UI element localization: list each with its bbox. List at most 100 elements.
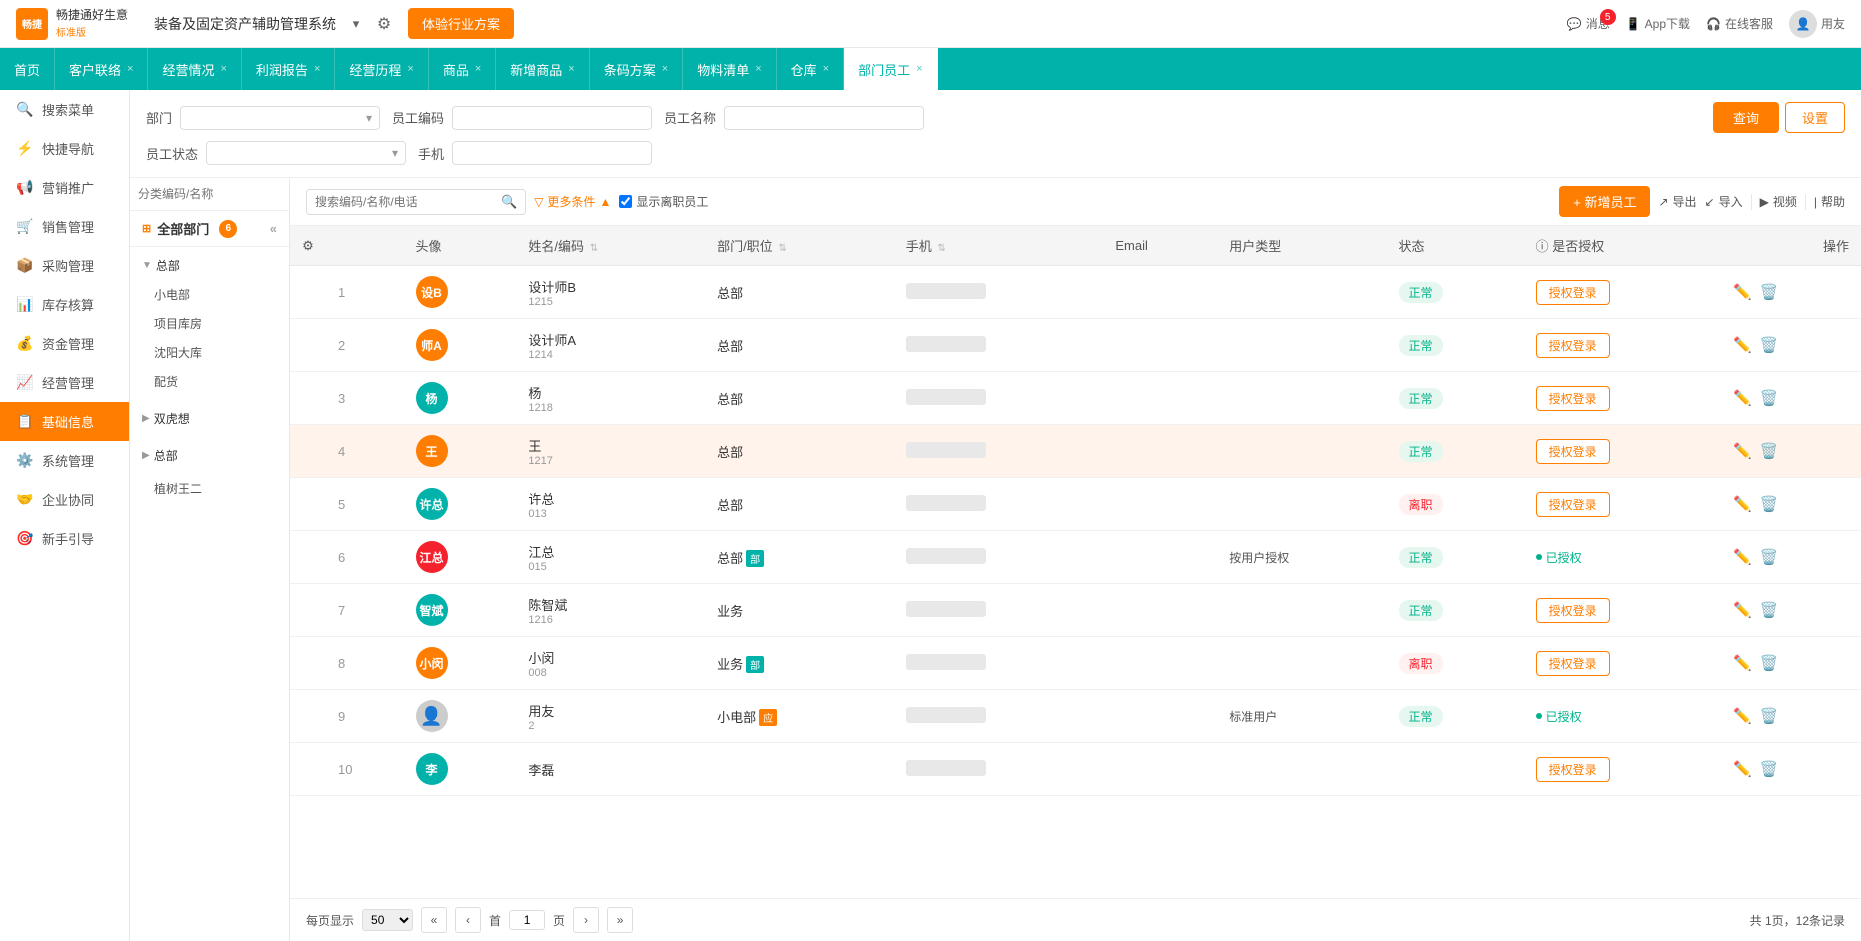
close-icon[interactable]: × (475, 63, 481, 75)
edit-icon[interactable]: ✏️ (1733, 495, 1752, 513)
tab-bom[interactable]: 物料清单 × (683, 48, 776, 90)
app-download-item[interactable]: 📱 App下载 (1626, 15, 1690, 32)
help-button[interactable]: | 帮助 (1814, 193, 1845, 210)
collapse-panel-btn[interactable]: « (270, 221, 277, 236)
dept-select[interactable] (180, 106, 380, 130)
dept-item-zhishu[interactable]: 植树王二 (130, 474, 289, 503)
emp-name-input[interactable] (724, 106, 924, 130)
auth-login-button[interactable]: 授权登录 (1536, 386, 1610, 411)
sort-icon[interactable]: ⇅ (590, 243, 598, 254)
edit-icon[interactable]: ✏️ (1733, 336, 1752, 354)
auth-login-button[interactable]: 授权登录 (1536, 598, 1610, 623)
close-icon[interactable]: × (568, 63, 574, 75)
tab-employees[interactable]: 部门员工 × (844, 48, 937, 90)
delete-icon[interactable]: 🗑️ (1760, 601, 1779, 619)
sidebar-item-operations[interactable]: 📈 经营管理 (0, 363, 129, 402)
sidebar-item-search[interactable]: 🔍 搜索菜单 (0, 90, 129, 129)
phone-input[interactable] (452, 141, 652, 165)
edit-icon[interactable]: ✏️ (1733, 654, 1752, 672)
sidebar-item-marketing[interactable]: 📢 营销推广 (0, 168, 129, 207)
prev-page-btn[interactable]: ‹ (455, 907, 481, 933)
tab-barcode[interactable]: 条码方案 × (590, 48, 683, 90)
edit-icon[interactable]: ✏️ (1733, 601, 1752, 619)
sidebar-item-finance[interactable]: 💰 资金管理 (0, 324, 129, 363)
export-button[interactable]: ↗ 导出 (1658, 193, 1696, 210)
delete-icon[interactable]: 🗑️ (1760, 707, 1779, 725)
tab-customer[interactable]: 客户联络 × (55, 48, 148, 90)
dept-group-title[interactable]: ▼ 总部 (130, 251, 289, 280)
delete-icon[interactable]: 🗑️ (1760, 548, 1779, 566)
tab-home[interactable]: 首页 (0, 48, 55, 90)
edit-icon[interactable]: ✏️ (1733, 283, 1752, 301)
edit-icon[interactable]: ✏️ (1733, 442, 1752, 460)
next-page-btn[interactable]: › (573, 907, 599, 933)
trial-button[interactable]: 体验行业方案 (408, 8, 514, 39)
edit-icon[interactable]: ✏️ (1733, 548, 1752, 566)
edit-icon[interactable]: ✏️ (1733, 707, 1752, 725)
sidebar-item-purchase[interactable]: 📦 采购管理 (0, 246, 129, 285)
close-icon[interactable]: × (127, 63, 133, 75)
delete-icon[interactable]: 🗑️ (1760, 760, 1779, 778)
emp-code-input[interactable] (452, 106, 652, 130)
sidebar-item-guide[interactable]: 🎯 新手引导 (0, 519, 129, 558)
delete-icon[interactable]: 🗑️ (1760, 389, 1779, 407)
add-employee-button[interactable]: + 新增员工 (1559, 186, 1650, 217)
close-icon[interactable]: × (314, 63, 320, 75)
edit-icon[interactable]: ✏️ (1733, 760, 1752, 778)
first-page-btn[interactable]: « (421, 907, 447, 933)
show-resigned-checkbox[interactable] (619, 195, 632, 208)
dept-item-peihuo[interactable]: 配货 (130, 367, 289, 396)
sidebar-item-quick[interactable]: ⚡ 快捷导航 (0, 129, 129, 168)
sidebar-item-sales[interactable]: 🛒 销售管理 (0, 207, 129, 246)
close-icon[interactable]: × (755, 63, 761, 75)
settings-icon[interactable]: ⚙ (368, 8, 400, 40)
delete-icon[interactable]: 🗑️ (1760, 442, 1779, 460)
user-item[interactable]: 👤 用友 (1789, 10, 1845, 38)
auth-login-button[interactable]: 授权登录 (1536, 651, 1610, 676)
dept-group-shuanghu-title[interactable]: ▶ 双虎想 (130, 404, 289, 433)
tab-goods[interactable]: 商品 × (429, 48, 496, 90)
page-size-select[interactable]: 50 100 200 (362, 909, 413, 931)
search-icon[interactable]: 🔍 (501, 194, 517, 210)
message-icon-item[interactable]: 💬 消息 5 (1567, 15, 1610, 32)
last-page-btn[interactable]: » (607, 907, 633, 933)
auth-login-button[interactable]: 授权登录 (1536, 492, 1610, 517)
page-number-input[interactable] (509, 910, 545, 930)
edit-icon[interactable]: ✏️ (1733, 389, 1752, 407)
auth-login-button[interactable]: 授权登录 (1536, 333, 1610, 358)
tab-operations[interactable]: 经营情况 × (148, 48, 241, 90)
dept-item-shenyang[interactable]: 沈阳大库 (130, 338, 289, 367)
sys-dropdown-icon[interactable]: ▾ (344, 12, 368, 36)
close-icon[interactable]: × (916, 63, 922, 75)
tab-profit[interactable]: 利润报告 × (242, 48, 335, 90)
more-filter-button[interactable]: ▽ 更多条件 ▲ (534, 193, 611, 210)
settings-col-header[interactable]: ⚙ (290, 226, 326, 266)
tab-add-goods[interactable]: 新增商品 × (496, 48, 589, 90)
tab-history[interactable]: 经营历程 × (335, 48, 428, 90)
sidebar-item-basic[interactable]: 📋 基础信息 (0, 402, 129, 441)
video-button[interactable]: ▶ 视频 (1760, 193, 1797, 210)
sidebar-item-inventory[interactable]: 📊 库存核算 (0, 285, 129, 324)
sidebar-item-system[interactable]: ⚙️ 系统管理 (0, 441, 129, 480)
delete-icon[interactable]: 🗑️ (1760, 336, 1779, 354)
set-button[interactable]: 设置 (1785, 102, 1845, 133)
import-button[interactable]: ↙ 导入 (1705, 193, 1743, 210)
sort-icon[interactable]: ⇅ (778, 243, 786, 254)
auth-login-button[interactable]: 授权登录 (1536, 757, 1610, 782)
close-icon[interactable]: × (220, 63, 226, 75)
delete-icon[interactable]: 🗑️ (1760, 283, 1779, 301)
online-service-item[interactable]: 🎧 在线客服 (1706, 15, 1773, 32)
show-resigned-checkbox-area[interactable]: 显示离职员工 (619, 193, 708, 210)
sort-icon[interactable]: ⇅ (937, 243, 945, 254)
emp-status-select[interactable] (206, 141, 406, 165)
search-input[interactable] (315, 195, 495, 209)
dept-group-zongbu2-title[interactable]: ▶ 总部 (130, 441, 289, 470)
dept-search-input[interactable] (138, 187, 293, 201)
delete-icon[interactable]: 🗑️ (1760, 495, 1779, 513)
dept-item-xiaodibu[interactable]: 小电部 (130, 280, 289, 309)
auth-login-button[interactable]: 授权登录 (1536, 439, 1610, 464)
auth-login-button[interactable]: 授权登录 (1536, 280, 1610, 305)
close-icon[interactable]: × (407, 63, 413, 75)
close-icon[interactable]: × (823, 63, 829, 75)
dept-item-xiangmukufang[interactable]: 项目库房 (130, 309, 289, 338)
